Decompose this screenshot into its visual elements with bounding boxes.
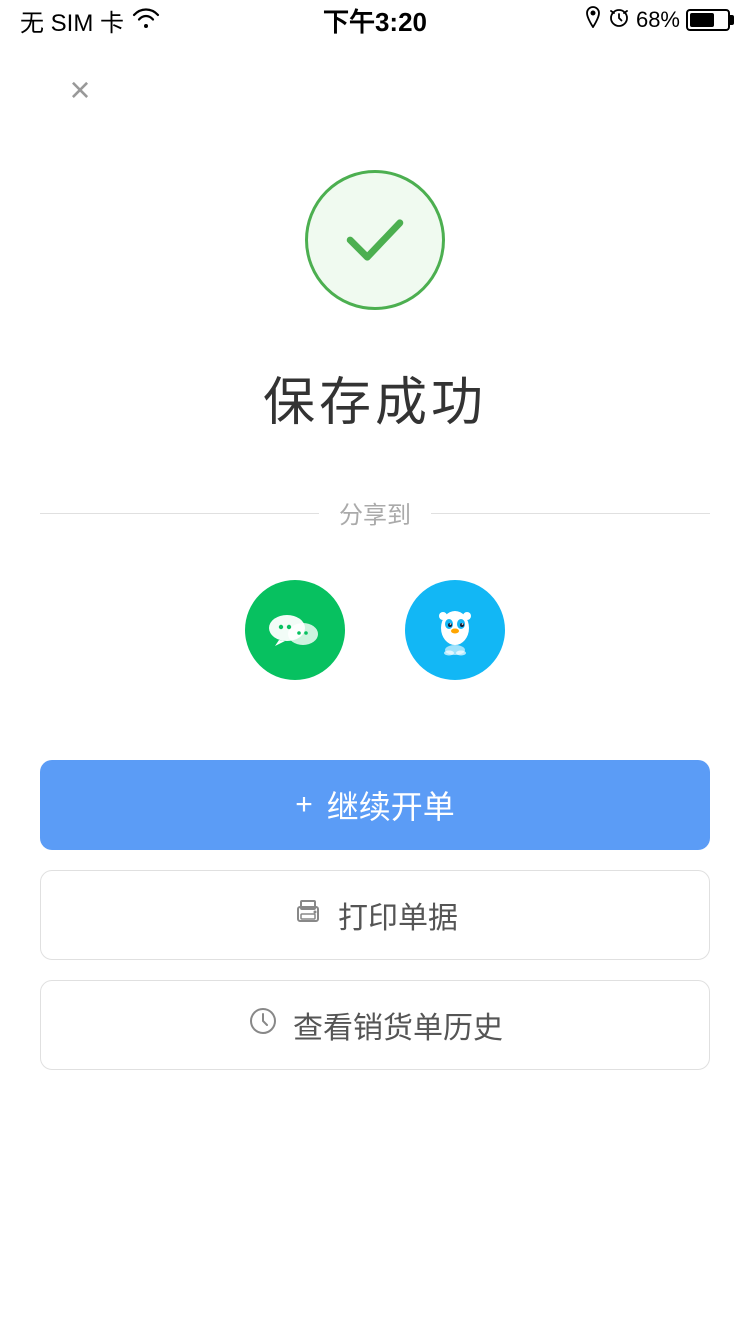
status-right-group: 68% <box>584 6 730 34</box>
history-button[interactable]: 查看销货单历史 <box>40 980 710 1070</box>
battery-icon <box>686 9 730 31</box>
status-bar: 无 SIM 卡 下午3:20 68% <box>0 0 750 40</box>
share-label: 分享到 <box>319 495 431 530</box>
share-section: 分享到 <box>40 495 710 530</box>
print-button[interactable]: 打印单据 <box>40 870 710 960</box>
action-buttons: + 继续开单 打印单据 查看销货单历史 <box>40 760 710 1070</box>
alarm-icon <box>608 6 630 34</box>
status-time: 下午3:20 <box>323 2 427 39</box>
wechat-share-button[interactable] <box>245 580 345 680</box>
location-icon <box>584 6 602 34</box>
history-label: 查看销货单历史 <box>293 1003 503 1047</box>
qq-icon <box>425 600 485 660</box>
status-carrier: 无 SIM 卡 <box>20 3 160 38</box>
print-label: 打印单据 <box>338 893 458 937</box>
share-icons-group <box>245 580 505 680</box>
clock-icon <box>247 1005 279 1045</box>
success-circle <box>305 170 445 310</box>
plus-icon: + <box>295 788 313 822</box>
qq-share-button[interactable] <box>405 580 505 680</box>
printer-icon <box>292 895 324 935</box>
battery-fill <box>690 13 714 27</box>
wifi-icon <box>132 6 160 35</box>
close-icon: × <box>69 69 90 111</box>
main-content: × 保存成功 分享到 <box>0 40 750 1334</box>
continue-button[interactable]: + 继续开单 <box>40 760 710 850</box>
checkmark-icon <box>345 210 405 270</box>
success-title: 保存成功 <box>263 360 487 435</box>
carrier-text: 无 SIM 卡 <box>20 3 124 38</box>
wechat-icon <box>265 600 325 660</box>
battery-percentage: 68% <box>636 7 680 33</box>
continue-label: 继续开单 <box>327 782 455 828</box>
close-button[interactable]: × <box>50 60 110 120</box>
